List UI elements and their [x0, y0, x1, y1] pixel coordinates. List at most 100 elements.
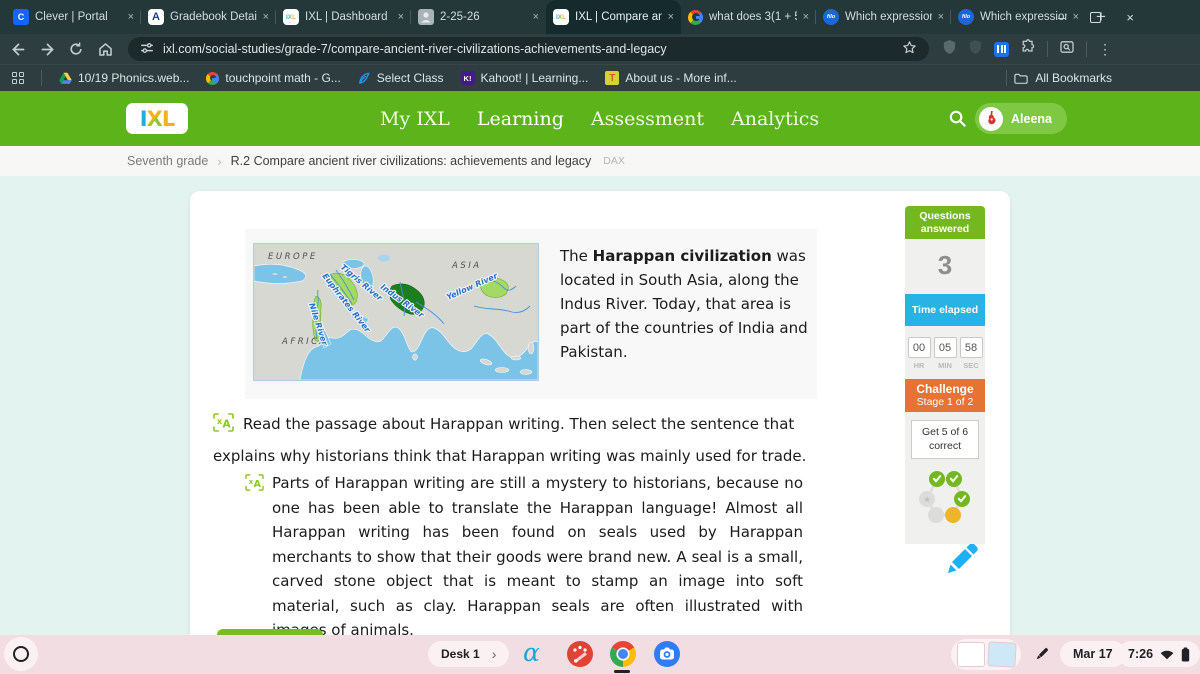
read-aloud-icon[interactable]: x A	[213, 413, 234, 442]
forward-icon[interactable]	[37, 39, 57, 59]
tab-close-icon[interactable]: ×	[128, 11, 134, 23]
drive-icon	[59, 72, 72, 84]
question-text: x A Read the passage about Harappan writ…	[213, 413, 807, 465]
all-bookmarks-button[interactable]: All Bookmarks	[1006, 70, 1112, 86]
holding-space-tote[interactable]	[951, 639, 1021, 670]
tab-google-search[interactable]: what does 3(1 + 5 ×	[681, 0, 816, 34]
filo-favicon: filo	[823, 9, 839, 25]
shield-dim-icon[interactable]	[968, 39, 983, 60]
tab-close-icon[interactable]: ×	[803, 11, 809, 23]
user-account-button[interactable]: Aleena	[975, 103, 1067, 134]
camera-app-icon[interactable]	[653, 640, 681, 668]
screenshot-thumbnail[interactable]	[986, 641, 1017, 668]
launcher-button[interactable]	[4, 637, 38, 671]
browser-menu-icon[interactable]: ⋮	[1098, 41, 1112, 58]
bookmark-about-us[interactable]: T About us - More inf...	[605, 71, 737, 85]
desk-switcher[interactable]: Desk 1 ›	[428, 641, 510, 667]
breadcrumb-grade-link[interactable]: Seventh grade	[127, 154, 208, 168]
tab-ixl-dashboard[interactable]: IXL IXL | Dashboard ×	[275, 0, 411, 34]
tab-ixl-compare-active[interactable]: IXL IXL | Compare an ×	[546, 0, 681, 34]
bookmark-select-class[interactable]: Select Class	[358, 71, 444, 85]
exercise-card: EUROPE ASIA AFRICA Tigris River Euphrate…	[190, 191, 1010, 636]
intro-text: The Harappan civilization was located in…	[560, 247, 808, 361]
nav-assessment[interactable]: Assessment	[591, 108, 704, 130]
read-aloud-icon[interactable]: x A	[245, 474, 264, 499]
side-search-icon[interactable]	[1059, 39, 1075, 60]
reading-extension-icon[interactable]	[994, 41, 1009, 57]
bookmarks-bar: 10/19 Phonics.web... touchpoint math - G…	[0, 64, 1200, 91]
chevron-right-icon: ›	[491, 646, 497, 662]
challenge-header: Challenge Stage 1 of 2	[905, 379, 985, 412]
tab-title: what does 3(1 + 5	[709, 11, 797, 23]
reload-icon[interactable]	[66, 39, 86, 59]
alpha-app-icon[interactable]: α	[523, 638, 540, 667]
river-civilizations-map: EUROPE ASIA AFRICA Tigris River Euphrate…	[253, 243, 539, 381]
site-settings-icon[interactable]	[140, 41, 154, 58]
nav-learning[interactable]: Learning	[477, 108, 564, 130]
window-controls: – ×	[1058, 0, 1134, 34]
breadcrumb-skill: R.2 Compare ancient river civilizations:…	[230, 154, 592, 168]
tab-gradebook[interactable]: A Gradebook Detail ×	[140, 0, 276, 34]
home-icon[interactable]	[95, 39, 115, 59]
tab-filo-1[interactable]: filo Which expression ×	[815, 0, 951, 34]
screenshot-thumbnail[interactable]	[956, 642, 985, 667]
tab-close-icon[interactable]: ×	[263, 11, 269, 23]
tab-close-icon[interactable]: ×	[398, 11, 404, 23]
svg-text:A: A	[254, 479, 262, 490]
adblock-shield-icon[interactable]	[942, 39, 957, 60]
questions-answered-value: 3	[905, 239, 985, 294]
close-window-button[interactable]: ×	[1126, 10, 1134, 25]
tab-close-icon[interactable]: ×	[938, 11, 944, 23]
chrome-app-icon[interactable]	[609, 640, 637, 668]
t-icon: T	[605, 71, 620, 85]
bookmark-phonics[interactable]: 10/19 Phonics.web...	[59, 71, 189, 85]
divider	[1047, 41, 1048, 57]
url-text[interactable]: ixl.com/social-studies/grade-7/compare-a…	[163, 42, 893, 56]
passage-text[interactable]: x A Parts of Harappan writing are still …	[245, 471, 803, 636]
wifi-icon	[1160, 650, 1174, 660]
extensions-puzzle-icon[interactable]	[1020, 38, 1036, 60]
status-tray[interactable]: 7:26	[1118, 641, 1200, 667]
battery-icon	[1181, 647, 1190, 661]
map-label-europe: EUROPE	[268, 252, 318, 262]
tab-strip: C Clever | Portal × A Gradebook Detail ×…	[0, 0, 1200, 34]
chromeos-shelf: Desk 1 › α Mar 17 7:26	[0, 635, 1200, 674]
chromeos-window: C Clever | Portal × A Gradebook Detail ×…	[0, 0, 1200, 674]
progress-dot-todo	[928, 507, 944, 523]
challenge-goal: Get 5 of 6 correct	[911, 420, 979, 459]
tab-title: IXL | Compare an	[575, 11, 662, 23]
bookmark-kahoot[interactable]: K! Kahoot! | Learning...	[460, 71, 588, 85]
tab-title: Gradebook Detail	[170, 11, 257, 23]
nav-analytics[interactable]: Analytics	[731, 108, 819, 130]
time-min: 05	[933, 337, 957, 358]
canvas-app-icon[interactable]	[566, 640, 594, 668]
tab-clever-portal[interactable]: C Clever | Portal ×	[6, 0, 141, 34]
kahoot-icon: K!	[460, 71, 475, 85]
tab-2-25-26[interactable]: 2-25-26 ×	[410, 0, 546, 34]
google-favicon	[688, 9, 703, 25]
breadcrumb: Seventh grade › R.2 Compare ancient rive…	[0, 146, 1200, 176]
divider	[1006, 70, 1008, 86]
back-icon[interactable]	[8, 39, 28, 59]
stylus-tools-button[interactable]	[1033, 645, 1051, 668]
time-elapsed-header: Time elapsed	[905, 294, 985, 326]
tab-close-icon[interactable]: ×	[668, 11, 674, 23]
divider	[1086, 41, 1087, 57]
bookmark-touchpoint[interactable]: touchpoint math - G...	[206, 71, 341, 85]
tab-title: Which expression	[980, 11, 1067, 23]
search-icon[interactable]	[947, 108, 968, 134]
tab-title: Which expression	[845, 11, 932, 23]
apps-grid-icon[interactable]	[12, 72, 24, 84]
pen-icon	[359, 72, 370, 84]
ixl-logo[interactable]: IXL	[126, 103, 188, 134]
bookmark-star-icon[interactable]	[902, 40, 917, 58]
tab-close-icon[interactable]: ×	[533, 11, 539, 23]
nav-my-ixl[interactable]: My IXL	[380, 108, 450, 130]
time-elapsed-body: 00 05 58 HR MIN SEC	[905, 326, 985, 379]
ixl-favicon: IXL	[553, 9, 569, 25]
minimize-button[interactable]: –	[1058, 10, 1065, 25]
restore-button[interactable]	[1090, 11, 1102, 23]
calendar-date-button[interactable]: Mar 17	[1060, 641, 1126, 667]
address-bar[interactable]: ixl.com/social-studies/grade-7/compare-a…	[128, 37, 929, 61]
user-name: Aleena	[1011, 111, 1052, 126]
